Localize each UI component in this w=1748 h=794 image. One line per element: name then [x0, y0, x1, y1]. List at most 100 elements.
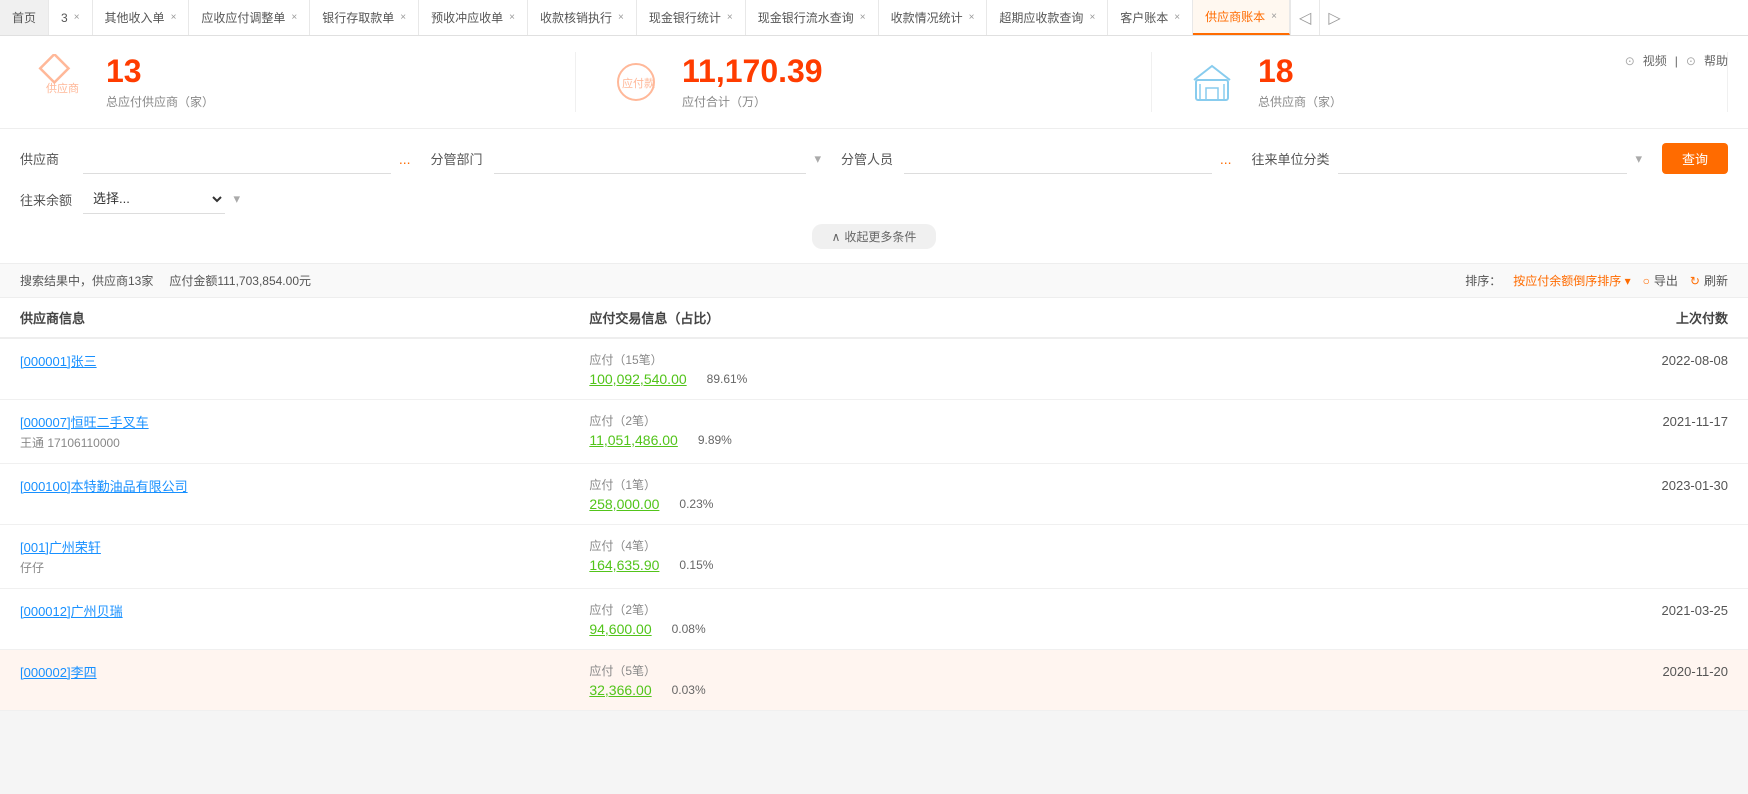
- nav-tab-overdue-query[interactable]: 超期应收款查询×: [987, 0, 1108, 35]
- trans-label-2: 应付（1笔）: [589, 476, 1348, 493]
- nav-tab-advance-receivable[interactable]: 预收冲应收单×: [419, 0, 528, 35]
- supplier-link-3[interactable]: [001]广州荣轩: [20, 540, 101, 555]
- trans-label-1: 应付（2笔）: [589, 412, 1348, 429]
- trans-row-5: 32,366.000.03%: [589, 682, 1348, 698]
- balance-dropdown-icon[interactable]: ▾: [233, 191, 240, 207]
- last-pay-5: 2020-11-20: [1348, 662, 1728, 679]
- result-amount: 应付金额111,703,854.00元: [169, 272, 311, 289]
- table-row[interactable]: [000001]张三应付（15笔）100,092,540.0089.61%202…: [0, 339, 1748, 400]
- trans-amount-4[interactable]: 94,600.00: [589, 621, 651, 637]
- supplier-dots[interactable]: ...: [399, 151, 411, 167]
- sort-value: 按应付余额倒序排序: [1513, 274, 1621, 288]
- nav-tab-home[interactable]: 首页: [0, 0, 49, 35]
- supplier-input[interactable]: [83, 144, 391, 174]
- balance-select[interactable]: 选择...: [83, 184, 225, 214]
- col-header-last-pay: 上次付数: [1348, 308, 1728, 327]
- close-tab-cash-flow-query[interactable]: ×: [860, 12, 866, 23]
- stats-header: 供应商13总应付供应商（家）应付款11,170.39应付合计（万）18总供应商（…: [0, 36, 1748, 129]
- trans-label-4: 应付（2笔）: [589, 601, 1348, 618]
- trans-amount-3[interactable]: 164,635.90: [589, 557, 659, 573]
- nav-tab-collection-exec[interactable]: 收款核销执行×: [528, 0, 637, 35]
- filter-row-1: 供应商 ... 分管部门 ▾ 分管人员 ... 往来单位分类 ▾ 查询: [20, 143, 1728, 174]
- close-tab-overdue-query[interactable]: ×: [1089, 12, 1095, 23]
- supplier-link-0[interactable]: [000001]张三: [20, 354, 97, 369]
- collapse-icon: ∧: [832, 230, 841, 244]
- trans-amount-0[interactable]: 100,092,540.00: [589, 371, 686, 387]
- trans-amount-1[interactable]: 11,051,486.00: [589, 432, 678, 448]
- refresh-button[interactable]: ↻ 刷新: [1690, 272, 1728, 289]
- category-filter: 往来单位分类 ▾: [1252, 144, 1643, 174]
- export-label: 导出: [1654, 272, 1678, 289]
- supplier-filter: 供应商 ...: [20, 144, 411, 174]
- close-tab-tab3[interactable]: ×: [74, 12, 80, 23]
- table-row[interactable]: [000007]恒旺二手叉车王通 17106110000应付（2笔） 11,051…: [0, 400, 1748, 464]
- last-pay-0: 2022-08-08: [1348, 351, 1728, 368]
- stat-number-0: 13: [106, 54, 214, 89]
- circle-icon2: ⊙: [1686, 54, 1696, 68]
- nav-tab-cash-bank-stat[interactable]: 现金银行统计×: [637, 0, 746, 35]
- sort-arrow-icon: ▾: [1625, 274, 1631, 288]
- table-row[interactable]: [000002]李四应付（5笔）32,366.000.03%2020-11-20: [0, 650, 1748, 711]
- category-dropdown-icon[interactable]: ▾: [1635, 151, 1642, 167]
- search-button[interactable]: 查询: [1662, 143, 1728, 174]
- nav-tab-customer-book[interactable]: 客户账本×: [1108, 0, 1193, 35]
- person-label: 分管人员: [841, 149, 896, 168]
- last-pay-2: 2023-01-30: [1348, 476, 1728, 493]
- trans-amount-5[interactable]: 32,366.00: [589, 682, 651, 698]
- dept-dropdown-icon[interactable]: ▾: [814, 151, 821, 167]
- person-input[interactable]: [904, 144, 1212, 174]
- close-tab-advance-receivable[interactable]: ×: [509, 12, 515, 23]
- last-pay-3: [1348, 537, 1728, 539]
- col-header-supplier: 供应商信息: [20, 308, 589, 327]
- trans-row-4: 94,600.000.08%: [589, 621, 1348, 637]
- category-input[interactable]: [1338, 144, 1628, 174]
- table-row[interactable]: [000012]广州贝瑞 应付（2笔） 94,600.000.08%2021-03-…: [0, 589, 1748, 650]
- close-tab-cash-bank-stat[interactable]: ×: [727, 12, 733, 23]
- trans-row-3: 164,635.900.15%: [589, 557, 1348, 573]
- nav-tab-ar-ap-adjust[interactable]: 应收应付调整单×: [189, 0, 310, 35]
- close-tab-collection-exec[interactable]: ×: [618, 12, 624, 23]
- supplier-info-3: [001]广州荣轩仔仔: [20, 537, 589, 576]
- trans-percent-0: 89.61%: [707, 372, 748, 386]
- supplier-link-5[interactable]: [000002]李四: [20, 665, 97, 680]
- supplier-link-4[interactable]: [000012]广州贝瑞: [20, 604, 123, 619]
- last-pay-4: 2021-03-25: [1348, 601, 1728, 618]
- collapse-label: 收起更多条件: [844, 228, 916, 245]
- nav-tab-other-income[interactable]: 其他收入单×: [93, 0, 190, 35]
- sort-select[interactable]: 按应付余额倒序排序 ▾: [1513, 272, 1630, 289]
- nav-tab-supplier-book[interactable]: 供应商账本×: [1193, 0, 1290, 35]
- nav-next-arrow[interactable]: ▷: [1319, 0, 1348, 35]
- balance-filter: 往来余额 选择... ▾: [20, 184, 240, 214]
- close-tab-customer-book[interactable]: ×: [1174, 12, 1180, 23]
- filter-row-2: 往来余额 选择... ▾: [20, 184, 1728, 214]
- stat-content-2: 18总供应商（家）: [1258, 54, 1342, 110]
- collapse-button[interactable]: ∧ 收起更多条件: [812, 224, 937, 249]
- dept-input[interactable]: [494, 144, 807, 174]
- table-row[interactable]: [000100]本特勤油品有限公司应付（1笔）258,000.000.23%20…: [0, 464, 1748, 525]
- nav-tab-cash-flow-query[interactable]: 现金银行流水查询×: [746, 0, 879, 35]
- video-link[interactable]: 视频: [1643, 52, 1667, 69]
- export-button[interactable]: ○ 导出: [1643, 272, 1678, 289]
- help-link[interactable]: 帮助: [1704, 52, 1728, 69]
- refresh-label: 刷新: [1704, 272, 1728, 289]
- supplier-info-1: [000007]恒旺二手叉车王通 17106110000: [20, 412, 589, 451]
- close-tab-collection-stat[interactable]: ×: [969, 12, 975, 23]
- nav-prev-arrow[interactable]: ◁: [1290, 0, 1319, 35]
- close-tab-bank-deposit[interactable]: ×: [400, 12, 406, 23]
- sort-label: 排序：: [1465, 272, 1501, 289]
- table-row[interactable]: [001]广州荣轩仔仔应付（4笔）164,635.900.15%: [0, 525, 1748, 589]
- circle-icon: ⊙: [1625, 54, 1635, 68]
- trans-amount-2[interactable]: 258,000.00: [589, 496, 659, 512]
- last-pay-1: 2021-11-17: [1348, 412, 1728, 429]
- nav-tab-bank-deposit[interactable]: 银行存取款单×: [310, 0, 419, 35]
- nav-tab-collection-stat[interactable]: 收款情况统计×: [879, 0, 988, 35]
- supplier-link-1[interactable]: [000007]恒旺二手叉车: [20, 415, 149, 430]
- supplier-label: 供应商: [20, 149, 75, 168]
- nav-tab-tab3[interactable]: 3×: [49, 0, 93, 35]
- close-tab-ar-ap-adjust[interactable]: ×: [291, 12, 297, 23]
- transaction-info-3: 应付（4笔）164,635.900.15%: [589, 537, 1348, 573]
- close-tab-other-income[interactable]: ×: [171, 12, 177, 23]
- person-dots[interactable]: ...: [1220, 151, 1232, 167]
- supplier-link-2[interactable]: [000100]本特勤油品有限公司: [20, 479, 188, 494]
- close-tab-supplier-book[interactable]: ×: [1271, 11, 1277, 22]
